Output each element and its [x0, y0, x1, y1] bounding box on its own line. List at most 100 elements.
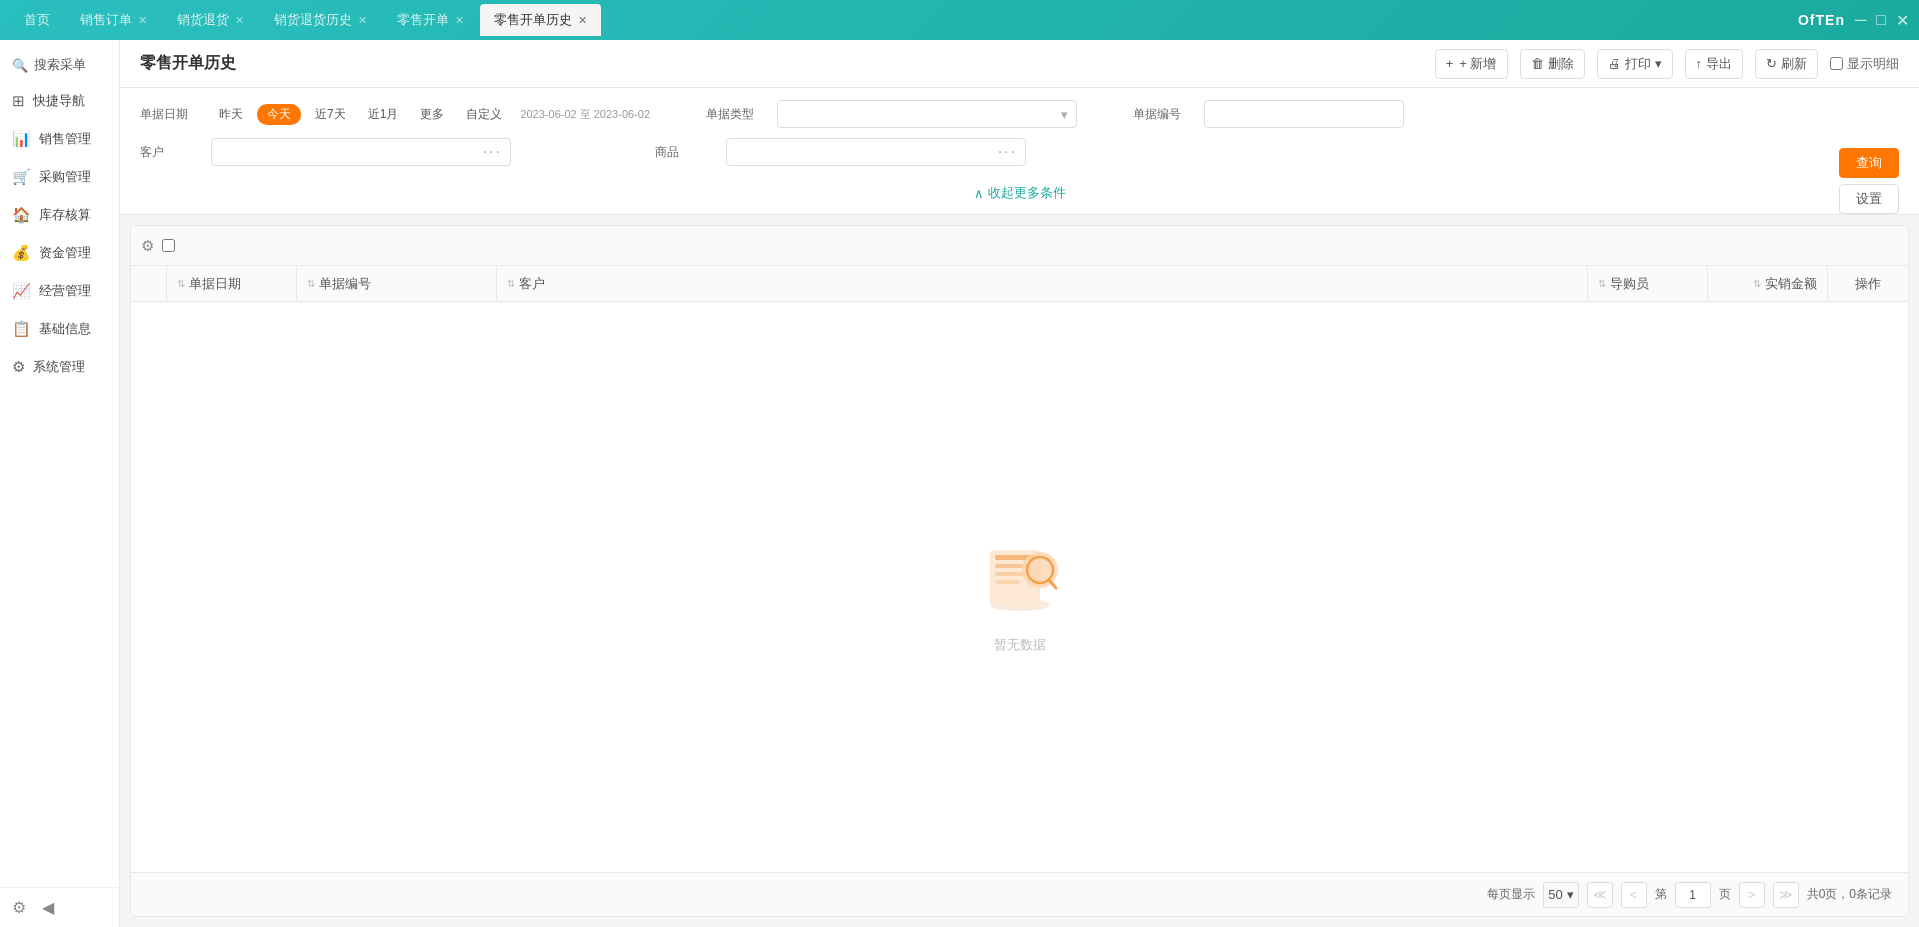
th-amount[interactable]: ⇅ 实销金额 — [1708, 266, 1828, 301]
sidebar: 🔍 搜索采单 ⊞ 快捷导航 📊 销售管理 🛒 采购管理 🏠 库存核算 💰 资金管… — [0, 40, 120, 927]
page-suffix-label: 页 — [1719, 886, 1731, 903]
date-month[interactable]: 近1月 — [360, 104, 407, 125]
filter-row-date: 单据日期 昨天 今天 近7天 近1月 更多 自定义 2023-06-02 至 2… — [140, 100, 1899, 128]
filter-area: 单据日期 昨天 今天 近7天 近1月 更多 自定义 2023-06-02 至 2… — [120, 88, 1919, 215]
product-select[interactable]: ··· — [726, 138, 1026, 166]
sidebar-item-purchase-mgmt[interactable]: 🛒 采购管理 — [0, 158, 119, 196]
settings-icon[interactable]: ⚙ — [12, 898, 26, 917]
next-page-button[interactable]: > — [1739, 882, 1765, 908]
chevron-up-icon: ∧ — [974, 186, 984, 201]
product-dots-icon: ··· — [998, 143, 1017, 161]
empty-text: 暂无数据 — [994, 636, 1046, 654]
filter-settings-button[interactable]: 设置 — [1839, 184, 1899, 214]
prev-page-icon: < — [1630, 887, 1638, 902]
svg-rect-4 — [995, 572, 1025, 576]
sales-icon: 📊 — [12, 130, 31, 148]
date-shortcuts: 昨天 今天 近7天 近1月 更多 自定义 2023-06-02 至 2023-0… — [211, 104, 650, 125]
date-week[interactable]: 近7天 — [307, 104, 354, 125]
refresh-button[interactable]: ↻ 刷新 — [1755, 49, 1818, 79]
bill-no-input[interactable] — [1204, 100, 1404, 128]
add-button[interactable]: + + 新增 — [1435, 49, 1508, 79]
sidebar-item-quick-nav[interactable]: ⊞ 快捷导航 — [0, 82, 119, 120]
sort-customer-icon: ⇅ — [507, 278, 515, 289]
close-sales-return-history-icon[interactable]: ✕ — [358, 14, 367, 27]
last-page-button[interactable]: ≫ — [1773, 882, 1799, 908]
sidebar-item-finance[interactable]: 💰 资金管理 — [0, 234, 119, 272]
export-icon: ↑ — [1696, 56, 1703, 71]
refresh-icon: ↻ — [1766, 56, 1777, 71]
select-all-checkbox[interactable] — [162, 239, 175, 252]
tab-sales-return-history[interactable]: 销货退货历史 ✕ — [260, 4, 381, 36]
quick-nav-icon: ⊞ — [12, 92, 25, 110]
window-controls: OfTEn ─ □ ✕ — [1798, 11, 1909, 30]
sort-guide-icon: ⇅ — [1598, 278, 1606, 289]
th-date[interactable]: ⇅ 单据日期 — [167, 266, 297, 301]
filter-row-customer: 客户 ··· 商品 ··· — [140, 138, 1899, 166]
close-retail-history-icon[interactable]: ✕ — [578, 14, 587, 27]
th-customer[interactable]: ⇅ 客户 — [497, 266, 1588, 301]
query-button[interactable]: 查询 — [1839, 148, 1899, 178]
top-bar: 首页 销售订单 ✕ 销货退货 ✕ 销货退货历史 ✕ 零售开单 ✕ 零售开单历史 … — [0, 0, 1919, 40]
first-page-icon: ≪ — [1593, 887, 1607, 902]
date-label: 单据日期 — [140, 106, 195, 123]
th-billno[interactable]: ⇅ 单据编号 — [297, 266, 497, 301]
tab-retail-open[interactable]: 零售开单 ✕ — [383, 4, 478, 36]
inventory-icon: 🏠 — [12, 206, 31, 224]
minimize-icon[interactable]: ─ — [1855, 11, 1866, 29]
tab-home[interactable]: 首页 — [10, 4, 64, 36]
empty-state: 暂无数据 — [131, 302, 1908, 872]
sort-date-icon: ⇅ — [177, 278, 185, 289]
export-button[interactable]: ↑ 导出 — [1685, 49, 1744, 79]
product-label: 商品 — [655, 144, 710, 161]
table-toolbar: ⚙ — [131, 226, 1908, 266]
sidebar-search[interactable]: 🔍 搜索采单 — [0, 48, 119, 82]
empty-illustration — [970, 520, 1070, 620]
collapse-filter-button[interactable]: ∧ 收起更多条件 — [140, 184, 1899, 202]
finance-icon: 💰 — [12, 244, 31, 262]
sidebar-item-operations[interactable]: 📈 经营管理 — [0, 272, 119, 310]
sidebar-item-inventory[interactable]: 🏠 库存核算 — [0, 196, 119, 234]
customer-select[interactable]: ··· — [211, 138, 511, 166]
table-header: ⇅ 单据日期 ⇅ 单据编号 ⇅ 客户 ⇅ 导购员 ⇅ 实销金额 — [131, 266, 1908, 302]
date-more[interactable]: 更多 — [412, 104, 452, 125]
page-input[interactable] — [1675, 882, 1711, 908]
svg-rect-5 — [995, 580, 1020, 584]
customer-label: 客户 — [140, 144, 195, 161]
maximize-icon[interactable]: □ — [1876, 11, 1886, 29]
window-close-icon[interactable]: ✕ — [1896, 11, 1909, 30]
chevron-down-icon: ▾ — [1061, 107, 1068, 122]
print-arrow-icon: ▾ — [1655, 56, 1662, 71]
column-settings-icon[interactable]: ⚙ — [141, 237, 154, 255]
close-sales-order-icon[interactable]: ✕ — [138, 14, 147, 27]
date-today[interactable]: 今天 — [257, 104, 301, 125]
sidebar-search-label: 搜索采单 — [34, 56, 86, 74]
sidebar-item-base-info[interactable]: 📋 基础信息 — [0, 310, 119, 348]
sidebar-item-system-mgmt[interactable]: ⚙ 系统管理 — [0, 348, 119, 386]
base-info-icon: 📋 — [12, 320, 31, 338]
date-custom[interactable]: 自定义 — [458, 104, 510, 125]
tab-retail-history[interactable]: 零售开单历史 ✕ — [480, 4, 601, 36]
per-page-label: 每页显示 — [1487, 886, 1535, 903]
show-detail-checkbox[interactable] — [1830, 57, 1843, 70]
th-action: 操作 — [1828, 266, 1908, 301]
delete-button[interactable]: 🗑 删除 — [1520, 49, 1585, 79]
show-detail-toggle[interactable]: 显示明细 — [1830, 55, 1899, 73]
per-page-select[interactable]: 50 ▾ — [1543, 882, 1578, 908]
bill-type-select[interactable]: ▾ — [777, 100, 1077, 128]
first-page-button[interactable]: ≪ — [1587, 882, 1613, 908]
date-yesterday[interactable]: 昨天 — [211, 104, 251, 125]
sidebar-item-sales-mgmt[interactable]: 📊 销售管理 — [0, 120, 119, 158]
close-sales-return-icon[interactable]: ✕ — [235, 14, 244, 27]
date-range-text: 2023-06-02 至 2023-06-02 — [520, 107, 650, 122]
bill-no-label: 单据编号 — [1133, 106, 1188, 123]
close-retail-open-icon[interactable]: ✕ — [455, 14, 464, 27]
collapse-sidebar-icon[interactable]: ◀ — [42, 898, 54, 917]
print-button[interactable]: 🖨 打印 ▾ — [1597, 49, 1673, 79]
total-info: 共0页，0条记录 — [1807, 886, 1892, 903]
tab-sales-order[interactable]: 销售订单 ✕ — [66, 4, 161, 36]
operations-icon: 📈 — [12, 282, 31, 300]
sort-amount-icon: ⇅ — [1753, 278, 1761, 289]
prev-page-button[interactable]: < — [1621, 882, 1647, 908]
th-guide[interactable]: ⇅ 导购员 — [1588, 266, 1708, 301]
tab-sales-return[interactable]: 销货退货 ✕ — [163, 4, 258, 36]
